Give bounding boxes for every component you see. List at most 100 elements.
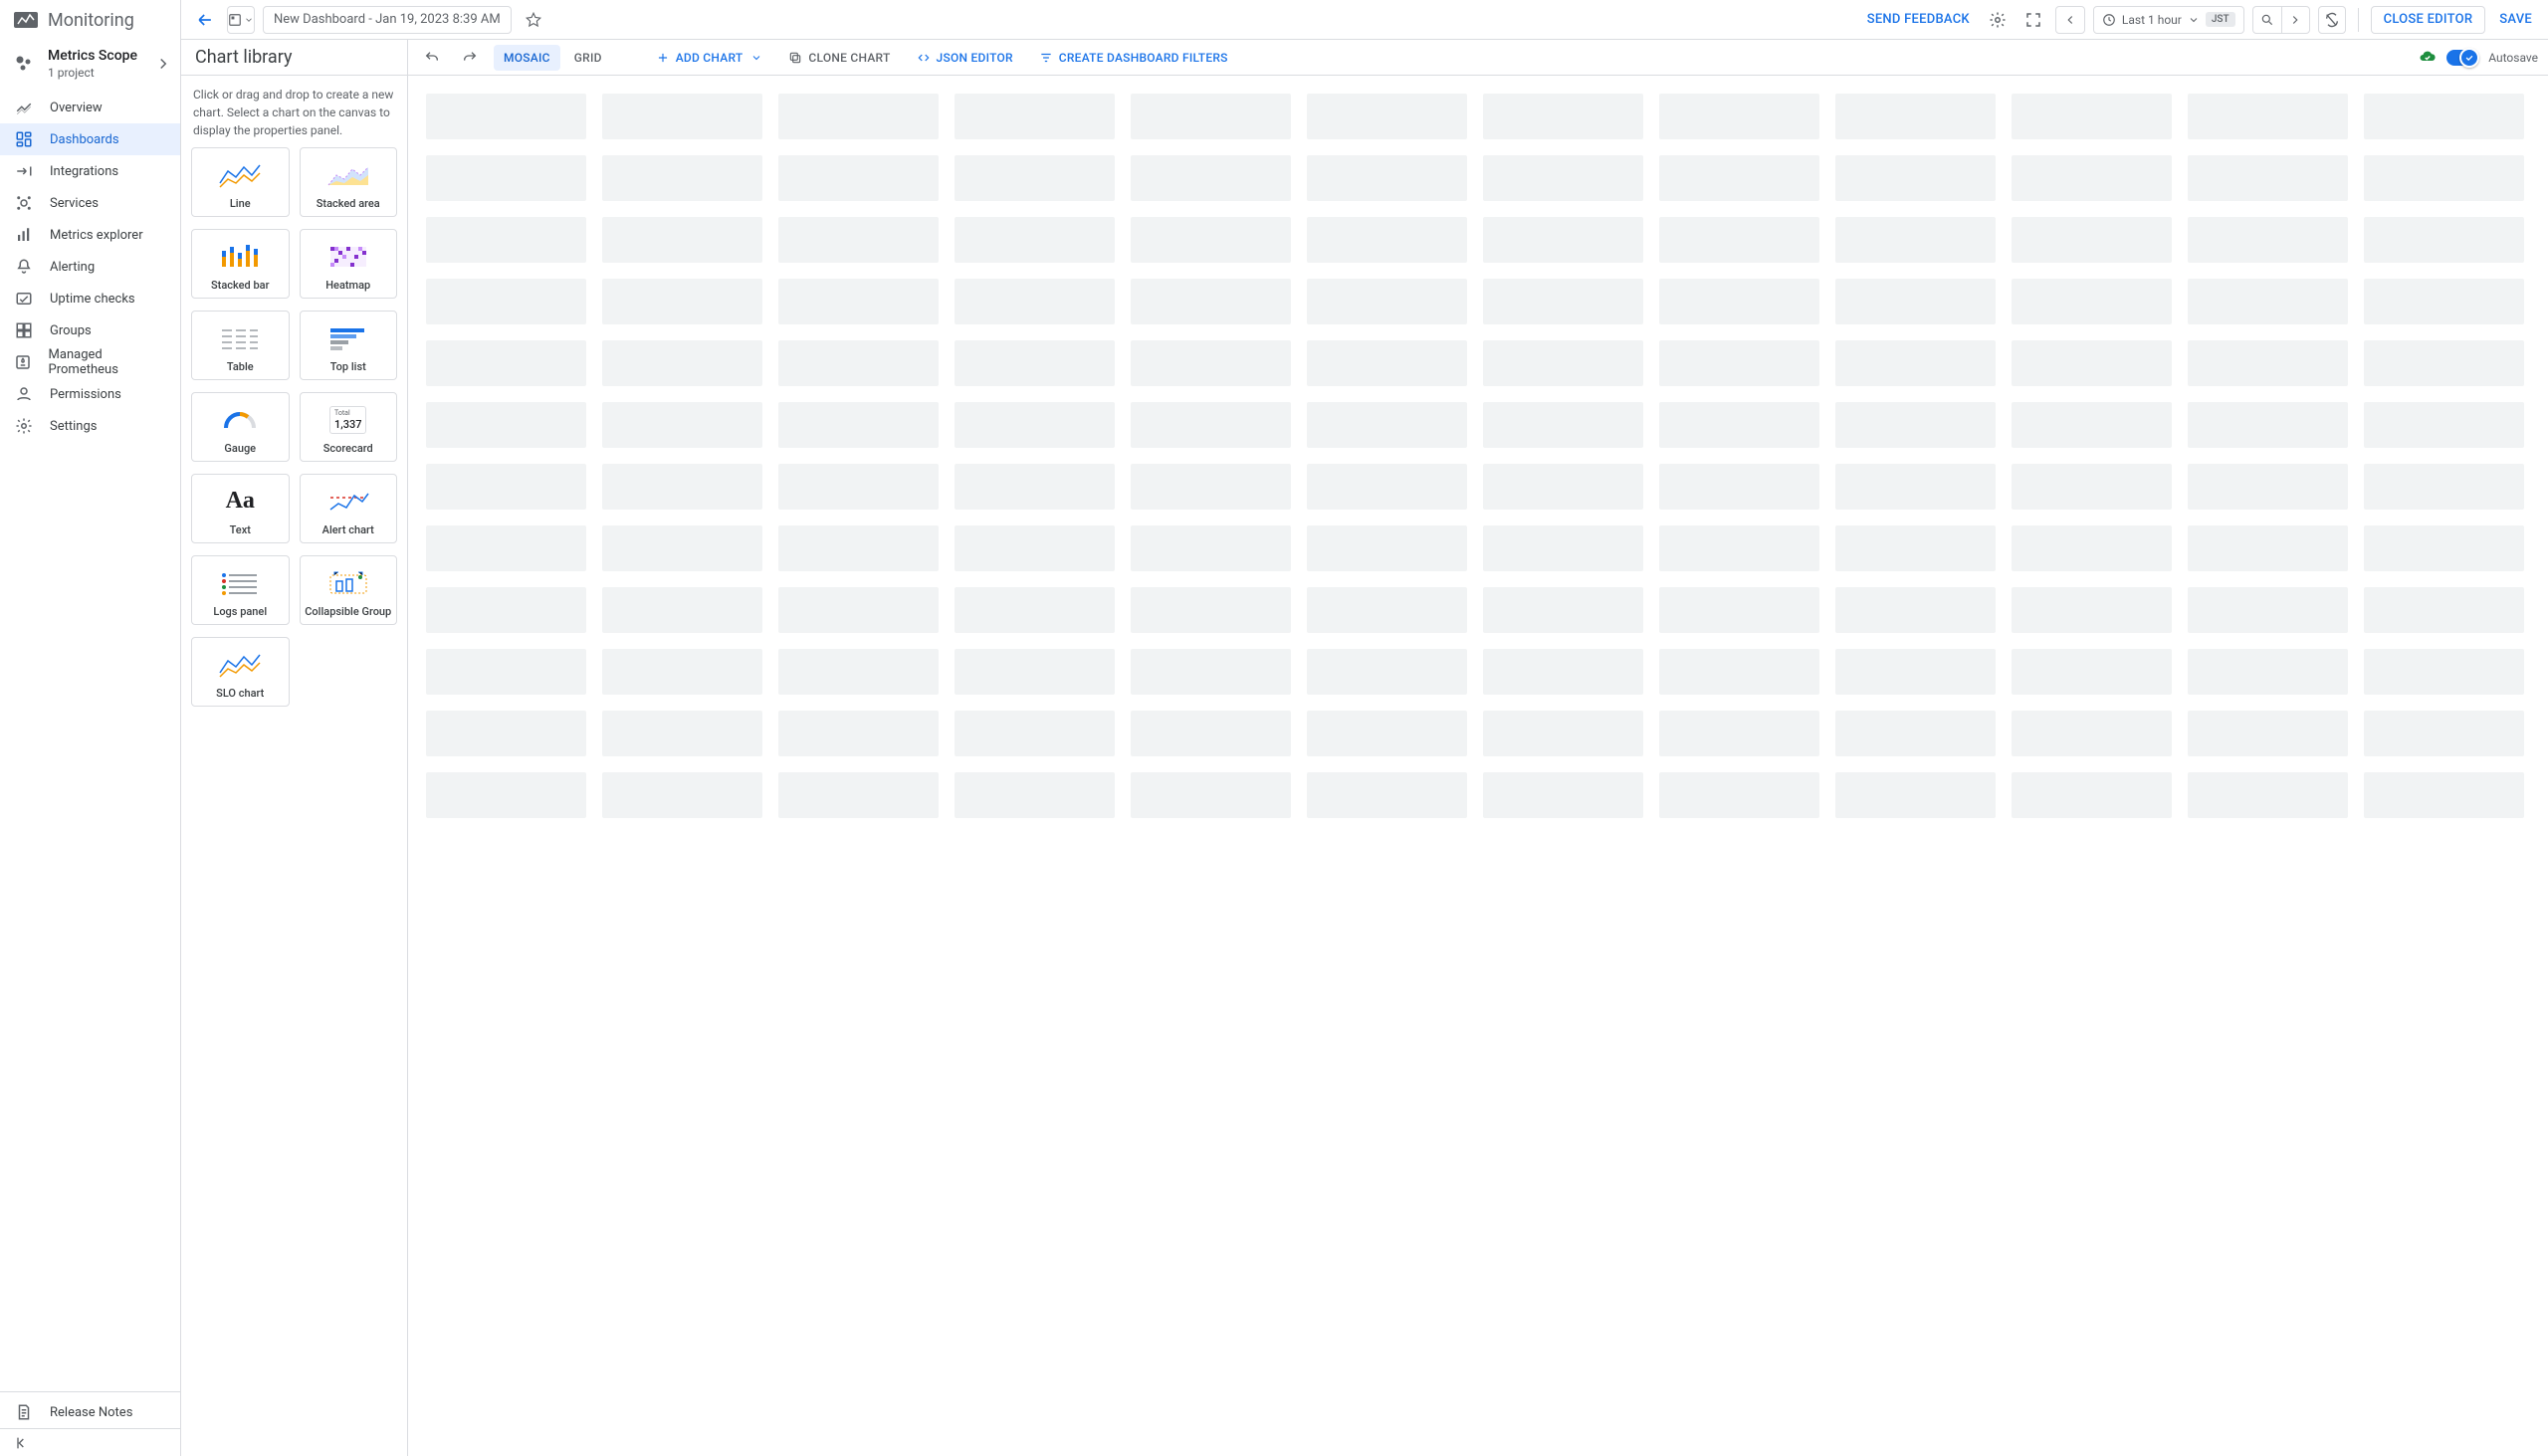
- canvas-cell[interactable]: [602, 279, 762, 324]
- json-editor-button[interactable]: JSON EDITOR: [909, 45, 1021, 71]
- canvas-cell[interactable]: [1835, 711, 1996, 756]
- zoom-button[interactable]: [2253, 7, 2281, 33]
- canvas-cell[interactable]: [2012, 279, 2172, 324]
- canvas-cell[interactable]: [1307, 587, 1467, 633]
- canvas-cell[interactable]: [955, 525, 1115, 571]
- canvas-cell[interactable]: [1483, 711, 1643, 756]
- canvas-cell[interactable]: [1483, 587, 1643, 633]
- canvas-cell[interactable]: [955, 94, 1115, 139]
- canvas-cell[interactable]: [602, 711, 762, 756]
- canvas-cell[interactable]: [1835, 279, 1996, 324]
- canvas-cell[interactable]: [778, 711, 939, 756]
- canvas-cell[interactable]: [2188, 464, 2348, 510]
- canvas-cell[interactable]: [1131, 155, 1291, 201]
- canvas-cell[interactable]: [426, 279, 586, 324]
- canvas-cell[interactable]: [955, 155, 1115, 201]
- canvas-cell[interactable]: [1307, 155, 1467, 201]
- time-next-button[interactable]: [2281, 7, 2309, 33]
- nav-metrics-explorer[interactable]: Metrics explorer: [0, 219, 180, 251]
- canvas-cell[interactable]: [2364, 279, 2524, 324]
- undo-button[interactable]: [418, 44, 446, 72]
- canvas-cell[interactable]: [602, 340, 762, 386]
- canvas-cell[interactable]: [426, 155, 586, 201]
- chart-card-stacked-bar[interactable]: Stacked bar: [191, 229, 290, 299]
- canvas-cell[interactable]: [426, 772, 586, 818]
- chart-card-heatmap[interactable]: Heatmap: [300, 229, 398, 299]
- canvas-cell[interactable]: [778, 464, 939, 510]
- chart-card-top-list[interactable]: Top list: [300, 311, 398, 380]
- create-filters-button[interactable]: CREATE DASHBOARD FILTERS: [1031, 45, 1236, 71]
- metrics-scope-selector[interactable]: Metrics Scope 1 project: [0, 40, 180, 88]
- canvas-cell[interactable]: [1483, 94, 1643, 139]
- canvas-cell[interactable]: [778, 279, 939, 324]
- canvas-cell[interactable]: [1131, 464, 1291, 510]
- canvas-cell[interactable]: [1483, 155, 1643, 201]
- canvas-cell[interactable]: [1131, 340, 1291, 386]
- canvas-cell[interactable]: [2188, 525, 2348, 571]
- back-button[interactable]: [191, 6, 219, 34]
- canvas-cell[interactable]: [2188, 711, 2348, 756]
- canvas-cell[interactable]: [426, 402, 586, 448]
- canvas-cell[interactable]: [1659, 464, 1819, 510]
- canvas-cell[interactable]: [778, 402, 939, 448]
- canvas-cell[interactable]: [2364, 525, 2524, 571]
- canvas-cell[interactable]: [1835, 94, 1996, 139]
- canvas-cell[interactable]: [1307, 340, 1467, 386]
- canvas-cell[interactable]: [778, 217, 939, 263]
- canvas-cell[interactable]: [602, 464, 762, 510]
- fullscreen-button[interactable]: [2019, 6, 2047, 34]
- canvas-cell[interactable]: [1483, 649, 1643, 695]
- canvas-cell[interactable]: [602, 587, 762, 633]
- canvas-cell[interactable]: [1835, 155, 1996, 201]
- canvas-cell[interactable]: [778, 94, 939, 139]
- time-prev-button[interactable]: [2056, 7, 2084, 33]
- settings-gear-button[interactable]: [1984, 6, 2012, 34]
- canvas-cell[interactable]: [1131, 649, 1291, 695]
- layout-grid-button[interactable]: GRID: [564, 45, 612, 71]
- canvas-cell[interactable]: [2364, 217, 2524, 263]
- canvas-cell[interactable]: [1835, 525, 1996, 571]
- save-button[interactable]: SAVE: [2493, 6, 2538, 34]
- canvas-cell[interactable]: [1659, 772, 1819, 818]
- add-chart-button[interactable]: ADD CHART: [648, 45, 771, 71]
- canvas-cell[interactable]: [778, 587, 939, 633]
- canvas-cell[interactable]: [1659, 649, 1819, 695]
- canvas-cell[interactable]: [955, 464, 1115, 510]
- canvas-cell[interactable]: [2012, 402, 2172, 448]
- canvas-cell[interactable]: [2188, 94, 2348, 139]
- nav-managed-prometheus[interactable]: Managed Prometheus: [0, 346, 180, 378]
- canvas-cell[interactable]: [1659, 711, 1819, 756]
- canvas-cell[interactable]: [1131, 279, 1291, 324]
- canvas-cell[interactable]: [2188, 155, 2348, 201]
- canvas-cell[interactable]: [1835, 217, 1996, 263]
- nav-uptime-checks[interactable]: Uptime checks: [0, 283, 180, 314]
- canvas-cell[interactable]: [1835, 340, 1996, 386]
- chart-card-line[interactable]: Line: [191, 147, 290, 217]
- nav-permissions[interactable]: Permissions: [0, 378, 180, 410]
- nav-alerting[interactable]: Alerting: [0, 251, 180, 283]
- canvas-cell[interactable]: [2364, 402, 2524, 448]
- canvas-cell[interactable]: [1659, 525, 1819, 571]
- canvas-cell[interactable]: [1659, 279, 1819, 324]
- canvas-cell[interactable]: [426, 464, 586, 510]
- canvas-cell[interactable]: [602, 649, 762, 695]
- star-button[interactable]: [520, 6, 547, 34]
- canvas-cell[interactable]: [1307, 464, 1467, 510]
- canvas-cell[interactable]: [2012, 525, 2172, 571]
- close-editor-button[interactable]: CLOSE EDITOR: [2371, 6, 2486, 34]
- canvas-cell[interactable]: [1307, 217, 1467, 263]
- canvas-cell[interactable]: [2012, 772, 2172, 818]
- canvas-cell[interactable]: [426, 94, 586, 139]
- canvas-cell[interactable]: [955, 340, 1115, 386]
- chart-card-logs-panel[interactable]: Logs panel: [191, 555, 290, 625]
- canvas-cell[interactable]: [426, 711, 586, 756]
- canvas-cell[interactable]: [778, 525, 939, 571]
- canvas-cell[interactable]: [2364, 711, 2524, 756]
- canvas-cell[interactable]: [2188, 217, 2348, 263]
- canvas-cell[interactable]: [778, 340, 939, 386]
- canvas-cell[interactable]: [1835, 587, 1996, 633]
- canvas-cell[interactable]: [2188, 279, 2348, 324]
- redo-button[interactable]: [456, 44, 484, 72]
- canvas-cell[interactable]: [955, 402, 1115, 448]
- chart-card-collapsible-group[interactable]: Collapsible Group: [300, 555, 398, 625]
